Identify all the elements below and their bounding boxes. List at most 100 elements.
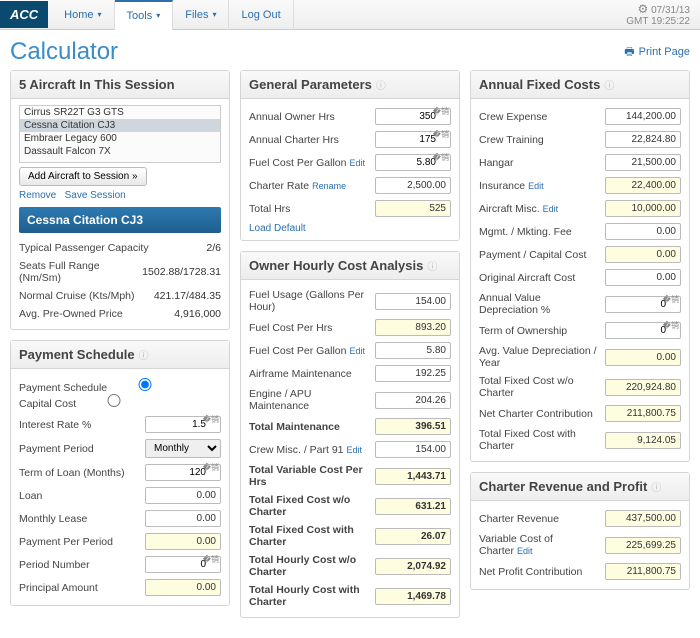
info-icon[interactable]: ⓘ	[651, 479, 661, 494]
field-label: Annual Value Depreciation %	[479, 292, 599, 316]
print-page-link[interactable]: 🖶Print Page	[624, 43, 690, 62]
field-label: Total Variable Cost Per Hrs	[249, 464, 369, 488]
field-row: Fuel Cost Per Hrs893.20	[249, 316, 451, 339]
owner-panel: Owner Hourly Cost Analysisⓘ Fuel Usage (…	[240, 251, 460, 618]
field-row: Total Fixed Cost w/o Charter220,924.80	[479, 372, 681, 402]
fixed-header: Annual Fixed Costsⓘ	[471, 71, 689, 99]
edit-link[interactable]: Edit	[528, 181, 544, 191]
field-row: Total Fixed Cost with Charter9,124.05	[479, 425, 681, 455]
topbar: ACC Home▾ Tools▾ Files▾ Log Out ⚙ 07/31/…	[0, 0, 700, 30]
value-box: 9,124.05	[605, 432, 681, 449]
field-row: Crew Misc. / Part 91Edit154.00	[249, 438, 451, 461]
schedule-radio[interactable]	[107, 378, 183, 391]
edit-link[interactable]: Edit	[543, 204, 559, 214]
field-row: Aircraft Misc.Edit10,000.00	[479, 197, 681, 220]
number-input[interactable]	[375, 108, 451, 125]
list-item[interactable]: Embraer Legacy 600	[20, 132, 220, 145]
field-row: Total Hrs525	[249, 197, 451, 220]
value-box: 154.00	[375, 441, 451, 458]
charter-panel: Charter Revenue and Profitⓘ Charter Reve…	[470, 472, 690, 590]
value-box: 225,699.25	[605, 537, 681, 554]
field-label: Principal Amount	[19, 582, 139, 594]
value-box: 21,500.00	[605, 154, 681, 171]
value-box: 144,200.00	[605, 108, 681, 125]
field-row: Interest Rate %	[19, 413, 221, 436]
info-icon[interactable]: ⓘ	[376, 77, 386, 92]
edit-link[interactable]: Edit	[349, 158, 365, 168]
number-input[interactable]	[145, 556, 221, 573]
field-row: Period Number	[19, 553, 221, 576]
number-input[interactable]	[145, 464, 221, 481]
field-row: Total Hourly Cost with Charter 1,469.78	[249, 581, 451, 611]
capital-radio[interactable]	[76, 394, 152, 407]
field-row: Fuel Cost Per GallonEdit5.80	[249, 339, 451, 362]
chevron-down-icon: ▾	[156, 11, 160, 20]
field-row: Avg. Value Depreciation / Year0.00	[479, 342, 681, 372]
number-input[interactable]	[375, 131, 451, 148]
value-box: 631.21	[375, 498, 451, 515]
owner-header: Owner Hourly Cost Analysisⓘ	[241, 252, 459, 280]
field-label: Crew Training	[479, 134, 599, 146]
gear-icon[interactable]: ⚙	[638, 2, 649, 16]
number-input[interactable]	[605, 296, 681, 313]
field-row: Fuel Cost Per GallonEdit	[249, 151, 451, 174]
number-input[interactable]	[605, 322, 681, 339]
field-label: Annual Owner Hrs	[249, 111, 369, 123]
info-icon[interactable]: ⓘ	[427, 258, 437, 273]
chevron-down-icon: ▾	[212, 10, 216, 19]
nav-tools[interactable]: Tools▾	[115, 0, 174, 30]
nav-logout[interactable]: Log Out	[229, 0, 293, 30]
spec-row: Avg. Pre-Owned Price4,916,000	[19, 305, 221, 323]
field-row: Loan0.00	[19, 484, 221, 507]
field-row: Variable Cost of CharterEdit 225,699.25	[479, 530, 681, 560]
field-row: Payment Period Monthly	[19, 436, 221, 461]
value-box: 1,469.78	[375, 588, 451, 605]
field-row: Crew Expense144,200.00	[479, 105, 681, 128]
edit-link[interactable]: Edit	[347, 445, 363, 455]
value-box: 1,443.71	[375, 468, 451, 485]
topbar-datetime: ⚙ 07/31/13 GMT 19:25:22	[626, 2, 700, 27]
session-header: 5 Aircraft In This Session	[11, 71, 229, 99]
save-session-link[interactable]: Save Session	[65, 190, 126, 201]
info-icon[interactable]: ⓘ	[139, 347, 149, 362]
field-row: Net Charter Contribution 211,800.75	[479, 402, 681, 425]
field-label: Variable Cost of CharterEdit	[479, 533, 599, 557]
select-input[interactable]: Monthly	[145, 439, 221, 458]
list-item[interactable]: Cirrus SR22T G3 GTS	[20, 106, 220, 119]
edit-link[interactable]: Edit	[517, 546, 533, 556]
field-label: Interest Rate %	[19, 419, 139, 431]
nav-files[interactable]: Files▾	[173, 0, 229, 30]
field-label: Payment Per Period	[19, 536, 139, 548]
number-input[interactable]	[145, 416, 221, 433]
edit-link[interactable]: Rename	[312, 181, 346, 191]
field-label: Payment Period	[19, 443, 139, 455]
field-label: Fuel Cost Per GallonEdit	[249, 157, 369, 169]
field-row: Total Maintenance396.51	[249, 415, 451, 438]
spec-row: Normal Cruise (Kts/Mph)421.17/484.35	[19, 287, 221, 305]
info-icon[interactable]: ⓘ	[604, 77, 614, 92]
field-label: Original Aircraft Cost	[479, 272, 599, 284]
nav-home[interactable]: Home▾	[52, 0, 114, 30]
field-label: Mgmt. / Mkting. Fee	[479, 226, 599, 238]
field-label: Net Charter Contribution	[479, 408, 599, 420]
value-box: 893.20	[375, 319, 451, 336]
remove-link[interactable]: Remove	[19, 190, 56, 201]
value-box: 211,800.75	[605, 405, 681, 422]
field-row: Original Aircraft Cost0.00	[479, 266, 681, 289]
number-input[interactable]	[375, 154, 451, 171]
field-row: Term of Loan (Months)	[19, 461, 221, 484]
aircraft-listbox[interactable]: Cirrus SR22T G3 GTS Cessna Citation CJ3 …	[19, 105, 221, 163]
list-item[interactable]: Dassault Falcon 7X	[20, 145, 220, 158]
add-aircraft-button[interactable]: Add Aircraft to Session »	[19, 167, 147, 186]
schedule-panel: Payment Scheduleⓘ Payment Schedule Capit…	[10, 340, 230, 606]
session-panel: 5 Aircraft In This Session Cirrus SR22T …	[10, 70, 230, 330]
field-row: Total Fixed Cost with Charter26.07	[249, 521, 451, 551]
list-item[interactable]: Cessna Citation CJ3	[20, 119, 220, 132]
value-box: 26.07	[375, 528, 451, 545]
edit-link[interactable]: Edit	[349, 346, 365, 356]
field-label: Total Hourly Cost with Charter	[249, 584, 369, 608]
value-box: 0.00	[145, 487, 221, 504]
load-default-link[interactable]: Load Default	[249, 223, 451, 234]
value-box: 0.00	[605, 223, 681, 240]
field-label: InsuranceEdit	[479, 180, 599, 192]
